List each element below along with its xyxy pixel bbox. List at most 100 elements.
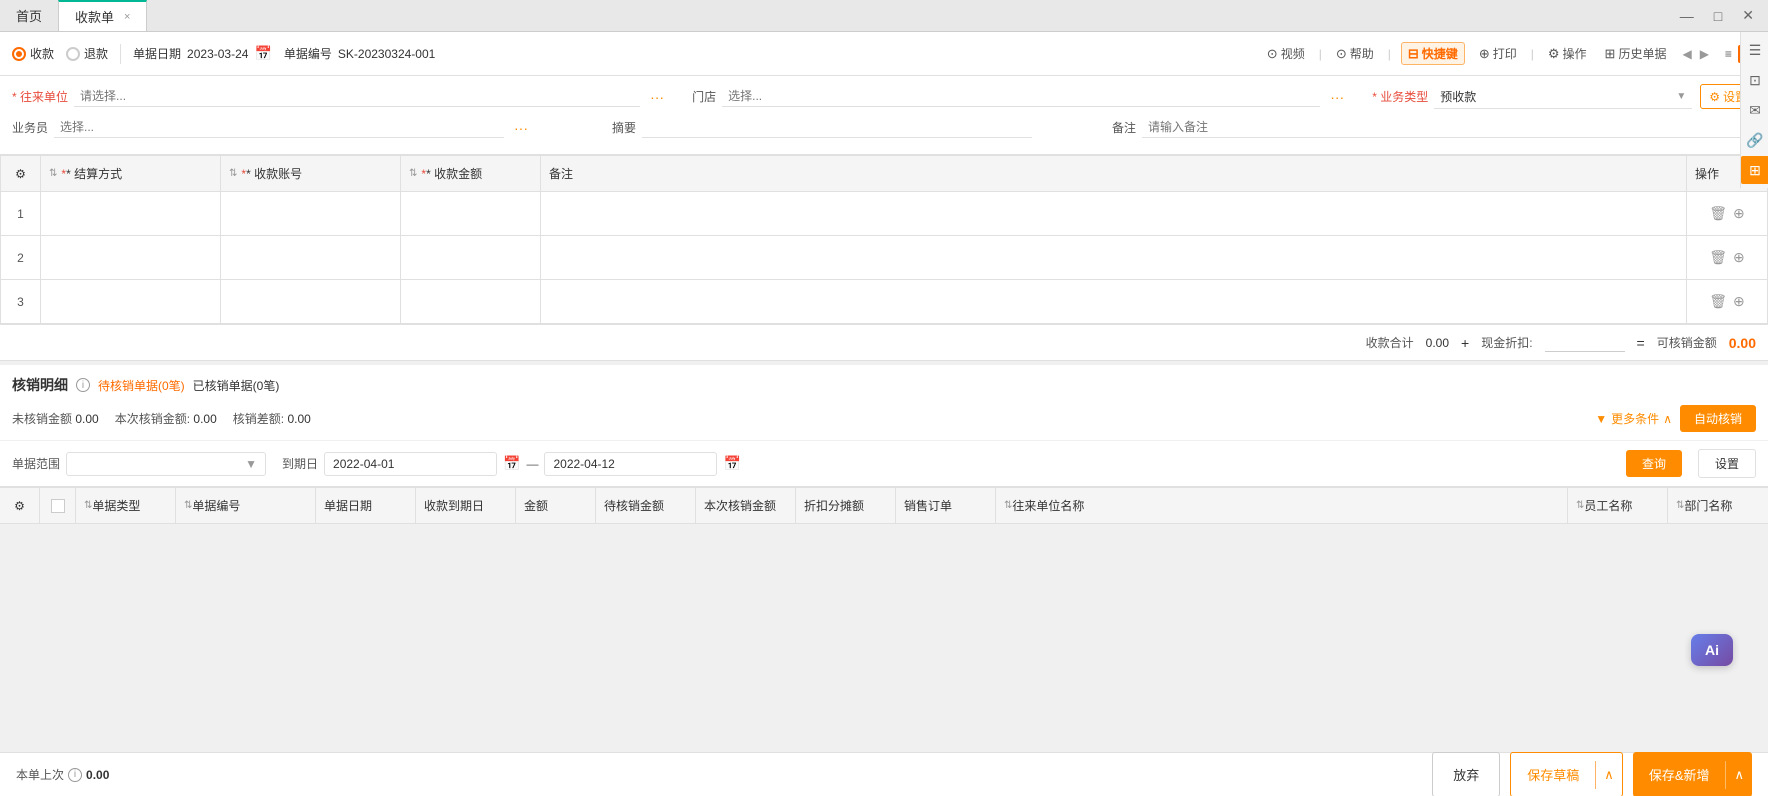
tab-active[interactable]: 收款单 ×	[58, 0, 147, 31]
sidebar-icon-2[interactable]: ⊡	[1741, 66, 1768, 94]
th-gear[interactable]: ⚙	[1, 156, 41, 191]
filter-settings-button[interactable]: 设置	[1698, 449, 1756, 478]
td3-remark[interactable]	[541, 280, 1687, 323]
td3-delete-icon[interactable]: 🗑	[1709, 293, 1727, 310]
sort-counterpart-icon[interactable]: ⇅	[1004, 500, 1012, 511]
shop-input[interactable]	[722, 86, 1320, 107]
radio-refund[interactable]: 退款	[66, 45, 108, 62]
ai-badge[interactable]: Ai	[1691, 634, 1733, 666]
radio-receive[interactable]: 收款	[12, 45, 54, 62]
done-tab[interactable]: 已核销单据(0笔)	[193, 377, 280, 394]
shortcut-button[interactable]: ⊟ 快捷键	[1401, 42, 1465, 65]
td1-remark[interactable]	[541, 192, 1687, 235]
date-to-input[interactable]	[544, 452, 717, 476]
pending-tab[interactable]: 待核销单据(0笔)	[98, 377, 185, 394]
more-conditions-button[interactable]: ▼ 更多条件 ∧	[1595, 410, 1672, 427]
td3-copy-icon[interactable]: ⊕	[1733, 293, 1745, 310]
td1-amount[interactable]	[401, 192, 541, 235]
td1-settle[interactable]	[41, 192, 221, 235]
history-button[interactable]: ⊞ 历史单据	[1601, 43, 1671, 64]
save-new-arrow-icon[interactable]: ∧	[1725, 761, 1752, 789]
tab-close-icon[interactable]: ×	[124, 11, 130, 23]
sort-number-icon[interactable]: ⇅	[184, 500, 192, 511]
td3-account[interactable]	[221, 280, 401, 323]
remark-input[interactable]	[1142, 117, 1756, 138]
sidebar-icon-3[interactable]: ✉	[1741, 96, 1768, 124]
bth-checkbox[interactable]	[40, 488, 76, 523]
td2-copy-icon[interactable]: ⊕	[1733, 249, 1745, 266]
td2-remark[interactable]	[541, 236, 1687, 279]
operations-button[interactable]: ⚙ 操作	[1544, 43, 1591, 64]
close-button[interactable]: ✕	[1736, 5, 1760, 26]
nav-next-icon[interactable]: ▶	[1698, 45, 1711, 63]
sort-dept-icon[interactable]: ⇅	[1676, 500, 1684, 511]
salesperson-more-icon[interactable]: ···	[510, 120, 532, 136]
date-from-calendar-icon[interactable]: 📅	[503, 455, 520, 472]
sidebar-icon-5[interactable]: ⊞	[1741, 156, 1768, 184]
td1-copy-icon[interactable]: ⊕	[1733, 205, 1745, 222]
sort-amount-icon[interactable]: ⇅	[409, 168, 417, 179]
save-draft-button[interactable]: 保存草稿 ∧	[1510, 752, 1623, 796]
td1-delete-icon[interactable]: 🗑	[1709, 205, 1727, 222]
shop-field: 门店 ···	[692, 86, 1348, 107]
td2-account[interactable]	[221, 236, 401, 279]
minimize-button[interactable]: —	[1674, 6, 1700, 26]
counterpart-more-icon[interactable]: ···	[646, 89, 668, 105]
discount-input[interactable]	[1545, 333, 1625, 352]
date-to-calendar-icon[interactable]: 📅	[723, 455, 740, 472]
sidebar-icon-1[interactable]: ☰	[1741, 36, 1768, 64]
td2-settle[interactable]	[41, 236, 221, 279]
filter-icon: ▼	[1595, 412, 1607, 426]
counterpart-input[interactable]	[74, 86, 640, 107]
td3-amount[interactable]	[401, 280, 541, 323]
sidebar-icon-4[interactable]: 🔗	[1741, 126, 1768, 154]
help-button[interactable]: ⊙ 帮助	[1332, 43, 1378, 64]
search-filter: 单据范围 ▼ 到期日 📅 — 📅 查询 设置	[0, 440, 1768, 487]
number-field: 单据编号 SK-20230324-001	[284, 45, 435, 62]
plus-sign: +	[1461, 335, 1469, 351]
maximize-button[interactable]: □	[1708, 6, 1728, 26]
unverified-value: 0.00	[75, 412, 98, 426]
salesperson-input[interactable]	[54, 117, 504, 138]
list-view-icon[interactable]: ≡	[1721, 45, 1736, 63]
bth-dept: ⇅ 部门名称	[1668, 488, 1768, 523]
chevron-up-icon: ∧	[1663, 412, 1672, 426]
biz-type-select[interactable]: 预收款 ▼	[1434, 85, 1692, 109]
range-select[interactable]: ▼	[66, 452, 266, 476]
sort-type-icon[interactable]: ⇅	[84, 500, 92, 511]
save-draft-arrow-icon[interactable]: ∧	[1595, 761, 1622, 789]
td1-account[interactable]	[221, 192, 401, 235]
form-row-2: 业务员 ··· 摘要 备注	[12, 117, 1756, 138]
header-checkbox[interactable]	[51, 499, 65, 513]
date-from-input[interactable]	[324, 452, 497, 476]
counterpart-field: 往来单位 ···	[12, 86, 668, 107]
sort-staff-icon[interactable]: ⇅	[1576, 500, 1584, 511]
video-button[interactable]: ⊙ 视频	[1263, 43, 1309, 64]
more-conditions-label: 更多条件	[1611, 410, 1659, 427]
bottom-value: 0.00	[86, 768, 109, 782]
form-row-1: 往来单位 ··· 门店 ··· 业务类型 预收款 ▼ ⚙ 设置	[12, 84, 1756, 109]
td3-settle[interactable]	[41, 280, 221, 323]
save-new-button[interactable]: 保存&新增 ∧	[1633, 752, 1752, 796]
auto-verify-button[interactable]: 自动核销	[1680, 405, 1756, 432]
shop-more-icon[interactable]: ···	[1326, 89, 1348, 105]
sort-account-icon[interactable]: ⇅	[229, 168, 237, 179]
bth-gear[interactable]: ⚙	[0, 488, 40, 523]
sort-settle-icon[interactable]: ⇅	[49, 168, 57, 179]
td2-amount[interactable]	[401, 236, 541, 279]
total-value: 0.00	[1426, 336, 1449, 350]
tab-home[interactable]: 首页	[0, 0, 58, 31]
td2-delete-icon[interactable]: 🗑	[1709, 249, 1727, 266]
section-info-icon[interactable]: i	[76, 378, 90, 392]
abandon-button[interactable]: 放弃	[1432, 752, 1500, 796]
bth-discount: 折扣分摊额	[796, 488, 896, 523]
date-calendar-icon[interactable]: 📅	[254, 45, 271, 62]
bth-discount-label: 折扣分摊额	[804, 497, 864, 514]
query-button[interactable]: 查询	[1626, 450, 1682, 477]
operations-icon: ⚙	[1548, 46, 1560, 62]
summary-input[interactable]	[642, 117, 1032, 138]
bottom-info-icon[interactable]: i	[68, 768, 82, 782]
print-button[interactable]: ⊕ 打印	[1475, 43, 1521, 64]
nav-prev-icon[interactable]: ◀	[1680, 45, 1693, 63]
payment-type-group: 收款 退款	[12, 45, 108, 62]
